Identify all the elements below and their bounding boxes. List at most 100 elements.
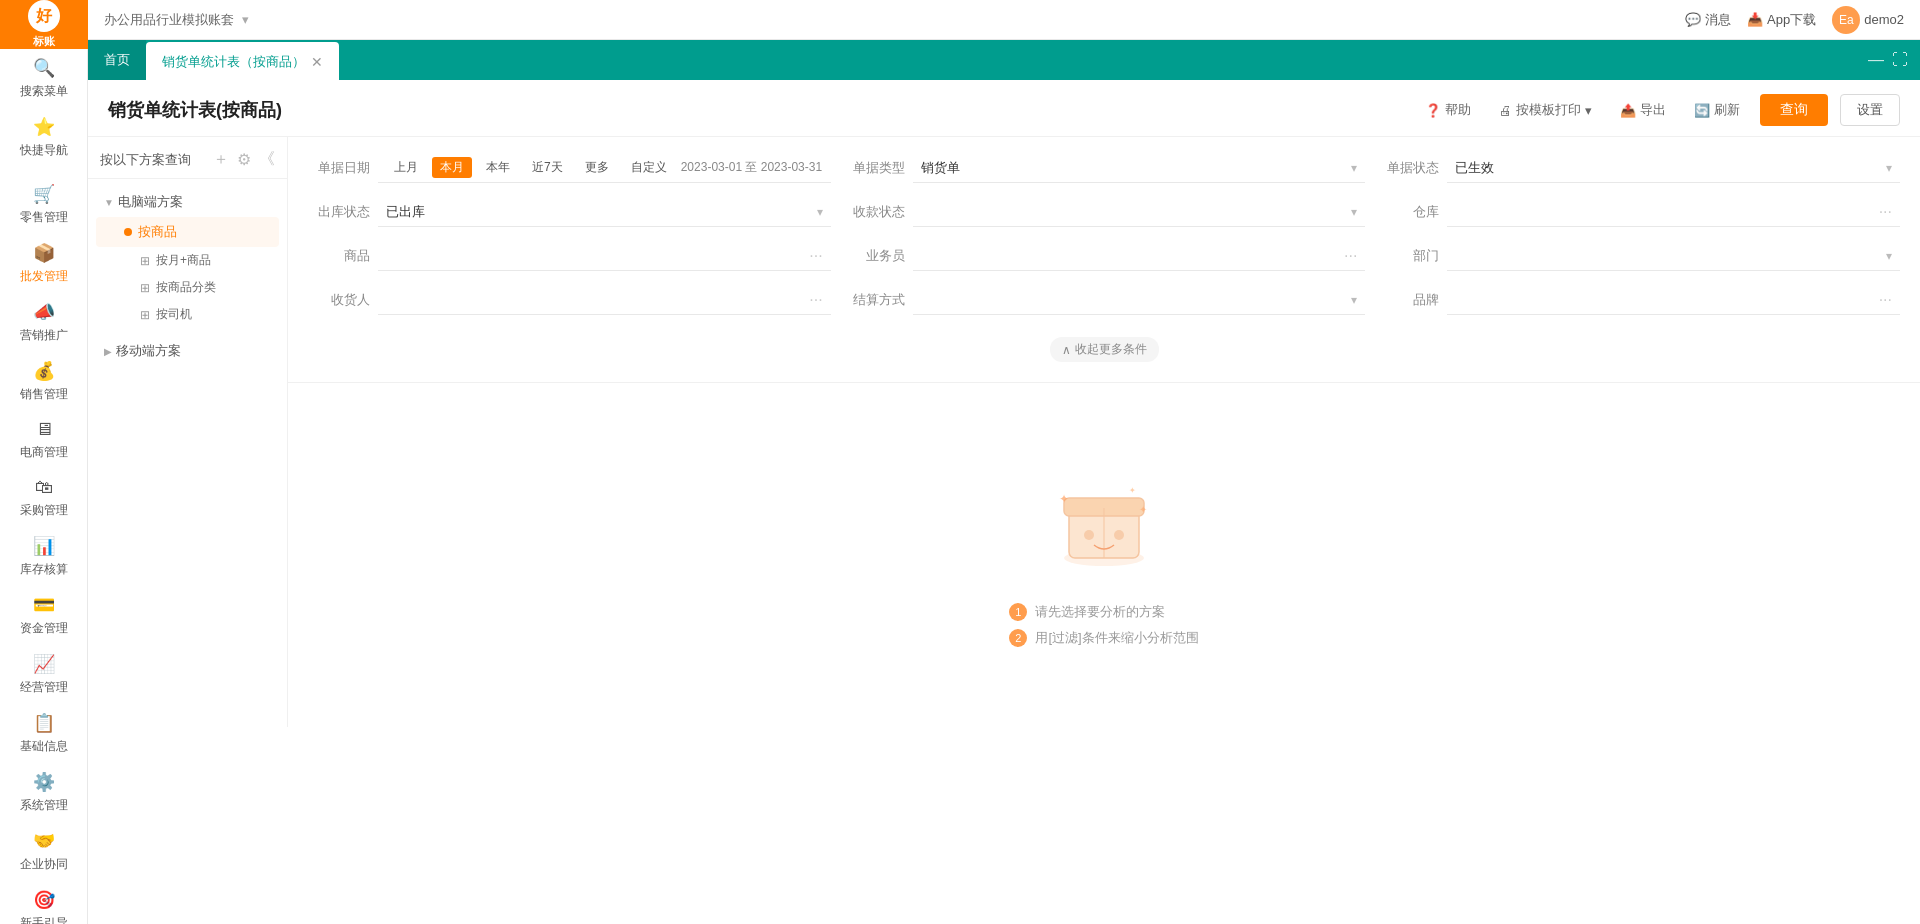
sidebar-item-quick-nav[interactable]: ⭐ 快捷导航 [0, 108, 88, 167]
sidebar-item-purchase[interactable]: 🛍 采购管理 [0, 469, 88, 527]
brand-filter[interactable]: ··· [1447, 285, 1900, 315]
date-btn-7days[interactable]: 近7天 [524, 157, 571, 178]
date-btn-this-year[interactable]: 本年 [478, 157, 518, 178]
sidebar-item-label: 企业协同 [20, 856, 68, 873]
app-download-label: App下载 [1767, 11, 1816, 29]
query-btn[interactable]: 查询 [1760, 94, 1828, 126]
marketing-icon: 📣 [33, 301, 55, 323]
sidebar-item-operation[interactable]: 📈 经营管理 [0, 645, 88, 704]
date-quick-btns: 上月 本月 本年 近7天 更多 自定义 [386, 157, 675, 178]
tab-home[interactable]: 首页 [88, 40, 146, 80]
quick-nav-icon: ⭐ [33, 116, 55, 138]
refresh-btn[interactable]: 🔄 刷新 [1686, 97, 1748, 123]
top-header: 办公用品行业模拟账套 ▾ 💬 消息 📥 App下载 Ea demo2 [88, 0, 1920, 40]
sidebar-item-marketing[interactable]: 📣 营销推广 [0, 293, 88, 352]
template-print-btn[interactable]: 🖨 按模板打印 ▾ [1491, 97, 1600, 123]
tab-sales-stat[interactable]: 销货单统计表（按商品） ✕ [146, 42, 339, 82]
settings-btn[interactable]: 设置 [1840, 94, 1900, 126]
user-menu[interactable]: Ea demo2 [1832, 6, 1904, 34]
sidebar-item-retail[interactable]: 🛒 零售管理 [0, 175, 88, 234]
payment-status-filter[interactable]: ▾ [913, 197, 1366, 227]
add-scheme-btn[interactable]: ＋ [213, 149, 229, 170]
settlement-filter[interactable]: ▾ [913, 285, 1366, 315]
tree-item-by-product-category[interactable]: ⊞ 按商品分类 [96, 274, 279, 301]
sidebar-item-search[interactable]: 🔍 搜索菜单 [0, 49, 88, 108]
empty-state: ✦ ✦ ✦ 1 请先选择要分析的方案 2 [288, 383, 1920, 727]
doc-status-dropdown[interactable]: ▾ [1886, 161, 1892, 175]
sidebar-item-label: 搜索菜单 [20, 83, 68, 100]
tree-sub-icon-grid: ⊞ [140, 254, 150, 268]
sidebar-item-sales[interactable]: 💰 销售管理 [0, 352, 88, 411]
system-icon: ⚙️ [33, 771, 55, 793]
warehouse-filter[interactable]: ··· [1447, 197, 1900, 227]
receiver-more-btn[interactable]: ··· [809, 291, 822, 309]
tree-item-by-month-product[interactable]: ⊞ 按月+商品 [96, 247, 279, 274]
tree-section-mobile: ▶ 移动端方案 [88, 336, 287, 366]
sales-stat-tab-label: 销货单统计表（按商品） [162, 53, 305, 71]
sidebar-item-basic[interactable]: 📋 基础信息 [0, 704, 88, 763]
department-filter[interactable]: ▾ [1447, 241, 1900, 271]
retail-icon: 🛒 [33, 183, 55, 205]
export-btn[interactable]: 📤 导出 [1612, 97, 1674, 123]
tip-text-1: 请先选择要分析的方案 [1035, 603, 1165, 621]
product-filter[interactable]: ··· [378, 241, 831, 271]
tree-section-mobile-header[interactable]: ▶ 移动端方案 [96, 336, 279, 366]
tree-item-by-product[interactable]: 按商品 [96, 217, 279, 247]
date-btn-custom[interactable]: 自定义 [623, 157, 675, 178]
help-btn[interactable]: ❓ 帮助 [1417, 97, 1479, 123]
refresh-icon: 🔄 [1694, 103, 1710, 118]
left-panel-actions: ＋ ⚙ 《 [213, 149, 275, 170]
app-download-icon: 📥 [1747, 12, 1763, 27]
department-dropdown[interactable]: ▾ [1886, 249, 1892, 263]
doc-type-filter[interactable]: 销货单 ▾ [913, 153, 1366, 183]
collapse-label: 收起更多条件 [1075, 341, 1147, 358]
date-btn-last-month[interactable]: 上月 [386, 157, 426, 178]
salesperson-filter[interactable]: ··· [913, 241, 1366, 271]
warehouse-label: 仓库 [1377, 203, 1447, 221]
date-btn-more[interactable]: 更多 [577, 157, 617, 178]
sidebar-item-label: 经营管理 [20, 679, 68, 696]
tree-item-by-cashier[interactable]: ⊞ 按司机 [96, 301, 279, 328]
date-btn-this-month[interactable]: 本月 [432, 157, 472, 178]
collapse-btn[interactable]: ∧ 收起更多条件 [1050, 337, 1159, 362]
tree-section-pc-header[interactable]: ▼ 电脑端方案 [96, 187, 279, 217]
page-title: 销货单统计表(按商品) [108, 98, 282, 122]
tab-minimize-icon[interactable]: — [1868, 51, 1884, 69]
collapse-panel-btn[interactable]: 《 [259, 149, 275, 170]
svg-text:✦: ✦ [1139, 504, 1147, 515]
salesperson-more-btn[interactable]: ··· [1344, 247, 1357, 265]
receiver-filter[interactable]: ··· [378, 285, 831, 315]
message-btn[interactable]: 💬 消息 [1685, 11, 1731, 29]
warehouse-more-btn[interactable]: ··· [1879, 203, 1892, 221]
sidebar-item-label: 资金管理 [20, 620, 68, 637]
sidebar-item-system[interactable]: ⚙️ 系统管理 [0, 763, 88, 822]
out-status-dropdown[interactable]: ▾ [817, 205, 823, 219]
sidebar-item-guide[interactable]: 🎯 新手引导 [0, 881, 88, 924]
sidebar-item-enterprise[interactable]: 🤝 企业协同 [0, 822, 88, 881]
svg-point-5 [1114, 530, 1124, 540]
doc-status-filter[interactable]: 已生效 ▾ [1447, 153, 1900, 183]
out-status-filter[interactable]: 已出库 ▾ [378, 197, 831, 227]
product-more-btn[interactable]: ··· [809, 247, 822, 265]
print-dropdown-icon[interactable]: ▾ [1585, 103, 1592, 118]
tab-maximize-icon[interactable]: ⛶ [1892, 51, 1908, 69]
doc-type-dropdown[interactable]: ▾ [1351, 161, 1357, 175]
settlement-dropdown[interactable]: ▾ [1351, 293, 1357, 307]
doc-type-label: 单据类型 [843, 159, 913, 177]
sidebar-item-finance[interactable]: 💳 资金管理 [0, 586, 88, 645]
dropdown-icon[interactable]: ▾ [242, 12, 249, 27]
sidebar-item-label: 电商管理 [20, 444, 68, 461]
brand-more-btn[interactable]: ··· [1879, 291, 1892, 309]
message-label: 消息 [1705, 11, 1731, 29]
sidebar-item-inventory[interactable]: 📊 库存核算 [0, 527, 88, 586]
sidebar-item-wholesale[interactable]: 📦 批发管理 [0, 234, 88, 293]
main-area: 办公用品行业模拟账套 ▾ 💬 消息 📥 App下载 Ea demo2 首页 [88, 0, 1920, 924]
sidebar-item-label: 营销推广 [20, 327, 68, 344]
payment-status-dropdown[interactable]: ▾ [1351, 205, 1357, 219]
app-download-btn[interactable]: 📥 App下载 [1747, 11, 1816, 29]
sidebar-item-ecommerce[interactable]: 🖥 电商管理 [0, 411, 88, 469]
content-area: 销货单统计表(按商品) ❓ 帮助 🖨 按模板打印 ▾ 📤 导出 [88, 80, 1920, 924]
settings-scheme-btn[interactable]: ⚙ [237, 150, 251, 169]
tab-close-icon[interactable]: ✕ [311, 54, 323, 70]
doc-type-value: 销货单 [921, 159, 960, 177]
